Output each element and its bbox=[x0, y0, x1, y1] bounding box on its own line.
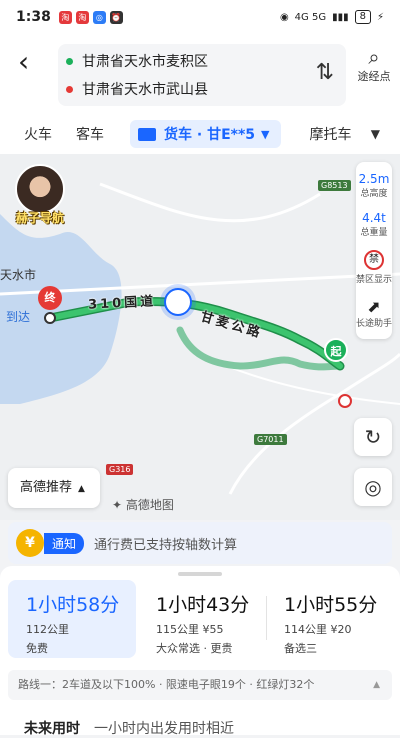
amap-logo-text: 高德地图 bbox=[125, 498, 174, 512]
highway-shield-g316: G316 bbox=[106, 464, 134, 475]
route-header: ‹ 甘肃省天水市麦积区 甘肃省天水市武山县 ⇅ ⌕ 途经点 bbox=[0, 34, 400, 114]
road-label-310: 310国道 bbox=[87, 294, 157, 313]
plan-tag: 免费 bbox=[26, 642, 48, 655]
long-trip-label: 长途助手 bbox=[356, 319, 393, 329]
yuan-coin-icon: ¥ bbox=[16, 529, 44, 557]
plan-card-3[interactable]: 1小时55分 114公里 ¥20 备选三 bbox=[266, 580, 394, 658]
status-right: ◉ 4G 5G ▮▮▮ 8 ⚡ bbox=[280, 10, 384, 24]
city-label: 天水市 bbox=[0, 268, 37, 282]
no-entry-icon: 禁 bbox=[364, 250, 384, 270]
future-time-row[interactable]: 未来用时 一小时内出发用时相近 bbox=[24, 718, 234, 738]
locate-icon[interactable]: ◎ bbox=[354, 468, 392, 506]
height-item[interactable]: 2.5m 总高度 bbox=[356, 166, 392, 205]
amap-logo: ✦ 高德地图 bbox=[112, 496, 174, 513]
recommend-label: 高德推荐 bbox=[20, 480, 73, 495]
search-icon: ⌕ bbox=[368, 45, 380, 69]
signal-icon: ▮▮▮ bbox=[332, 11, 349, 23]
caret-up-icon: ▲ bbox=[78, 484, 85, 494]
origin-dot-icon bbox=[66, 57, 73, 65]
back-arrow-icon[interactable]: ‹ bbox=[18, 48, 46, 78]
amap-logo-icon: ✦ bbox=[112, 498, 123, 512]
destination-text: 甘肃省天水市武山县 bbox=[82, 82, 208, 98]
avatar bbox=[15, 164, 65, 214]
chevron-up-icon: ▲ bbox=[373, 680, 380, 690]
route-detail-bar[interactable]: 路线一：2车道及以下100% · 限速电子眼19个 · 红绿灯32个 ▲ bbox=[8, 670, 392, 700]
truck-info-panel: 2.5m 总高度 4.4t 总重量 禁 禁区显示 ⬈ 长途助手 bbox=[356, 162, 392, 339]
directions-icon: ⬈ bbox=[367, 297, 381, 316]
restricted-area-label: 禁区显示 bbox=[356, 275, 393, 285]
waypoint-label: 途经点 bbox=[357, 70, 391, 83]
plan-detail: 114公里 ¥20 bbox=[284, 623, 352, 636]
height-label: 总高度 bbox=[360, 189, 388, 199]
battery-icon: 8 bbox=[354, 10, 371, 24]
map-view[interactable]: 310国道 甘麦公路 天水市 到达 G8513 G7011 G316 终 起 赫… bbox=[0, 154, 400, 520]
alarm-icon: ⏰ bbox=[109, 10, 123, 24]
tab-motorcycle[interactable]: 摩托车 bbox=[309, 124, 351, 144]
network-label: 4G 5G bbox=[294, 11, 327, 23]
status-bar: 1:38 淘 淘 ◎ ⏰ ◉ 4G 5G ▮▮▮ 8 ⚡ bbox=[0, 0, 400, 34]
plan-time: 1小时58分 bbox=[26, 594, 120, 616]
height-value: 2.5m bbox=[358, 172, 390, 186]
swap-icon[interactable]: ⇅ bbox=[316, 60, 334, 85]
weight-value: 4.4t bbox=[362, 211, 386, 225]
plan-detail: 112公里 bbox=[26, 623, 69, 636]
tab-truck[interactable]: 货车 · 甘E**5 ▼ bbox=[130, 120, 282, 148]
taobao-icon-2: 淘 bbox=[75, 10, 89, 24]
notice-tag: 通知 bbox=[44, 532, 85, 554]
plan-tag: 大众常选 · 更贵 bbox=[156, 642, 233, 655]
long-trip-helper[interactable]: ⬈ 长途助手 bbox=[356, 291, 392, 335]
navigator-avatar[interactable]: 赫子导航 bbox=[10, 164, 70, 226]
plan-time: 1小时43分 bbox=[156, 594, 250, 616]
toll-notice[interactable]: ¥ 通知 通行费已支持按轴数计算 bbox=[8, 522, 392, 564]
destination-field[interactable]: 甘肃省天水市武山县 bbox=[66, 76, 208, 102]
charging-icon: ⚡ bbox=[376, 11, 384, 23]
destination-dot-icon bbox=[66, 85, 73, 93]
caret-down-icon: ▼ bbox=[261, 127, 270, 141]
start-marker[interactable]: 起 bbox=[324, 338, 348, 362]
restricted-area-toggle[interactable]: 禁 禁区显示 bbox=[356, 244, 392, 291]
taobao-icon: 淘 bbox=[58, 10, 72, 24]
weight-item[interactable]: 4.4t 总重量 bbox=[356, 205, 392, 244]
highway-shield-g8513: G8513 bbox=[318, 180, 351, 191]
refresh-icon[interactable]: ↻ bbox=[354, 418, 392, 456]
avatar-name: 赫子导航 bbox=[15, 211, 64, 225]
origin-text: 甘肃省天水市麦积区 bbox=[82, 54, 208, 70]
plan-tag: 备选三 bbox=[284, 642, 317, 655]
no-entry-marker[interactable] bbox=[338, 394, 352, 408]
app-icon: ◎ bbox=[92, 10, 106, 24]
truck-icon bbox=[138, 127, 156, 141]
tab-coach[interactable]: 客车 bbox=[76, 124, 104, 144]
more-tabs-icon[interactable]: ▼ bbox=[371, 127, 380, 141]
tab-train[interactable]: 火车 bbox=[24, 124, 52, 144]
end-point bbox=[44, 312, 56, 324]
recommend-dropdown[interactable]: 高德推荐 ▲ bbox=[8, 468, 100, 508]
arrive-label: 到达 bbox=[6, 310, 31, 324]
route-detail-text: 路线一：2车道及以下100% · 限速电子眼19个 · 红绿灯32个 bbox=[18, 678, 315, 691]
plan-time: 1小时55分 bbox=[284, 594, 378, 616]
origin-field[interactable]: 甘肃省天水市麦积区 bbox=[66, 48, 208, 74]
tab-truck-label: 货车 · 甘E**5 bbox=[164, 127, 256, 143]
plan-card-1[interactable]: 1小时58分 112公里 免费 bbox=[8, 580, 136, 658]
weight-label: 总重量 bbox=[360, 228, 388, 238]
notification-icons: 淘 淘 ◎ ⏰ bbox=[58, 10, 123, 24]
minor-road-2 bbox=[99, 182, 321, 223]
highway-shield-g7011: G7011 bbox=[254, 434, 287, 445]
waypoint-button[interactable]: ⌕ 途经点 bbox=[354, 46, 394, 84]
current-location-avatar-icon[interactable] bbox=[164, 288, 192, 316]
sheet-handle[interactable] bbox=[178, 572, 222, 576]
route-plans-sheet: 1小时58分 112公里 免费 1小时43分 115公里 ¥55 大众常选 · … bbox=[0, 566, 400, 738]
route-input-box: 甘肃省天水市麦积区 甘肃省天水市武山县 ⇅ bbox=[58, 44, 346, 106]
status-time: 1:38 bbox=[16, 9, 51, 25]
transport-tabs: 火车 客车 货车 · 甘E**5 ▼ 摩托车 ▼ bbox=[0, 114, 400, 154]
notice-text: 通行费已支持按轴数计算 bbox=[94, 537, 238, 553]
plan-card-2[interactable]: 1小时43分 115公里 ¥55 大众常选 · 更贵 bbox=[138, 580, 266, 658]
end-marker[interactable]: 终 bbox=[38, 286, 62, 310]
plan-detail: 115公里 ¥55 bbox=[156, 623, 224, 636]
location-icon: ◉ bbox=[279, 11, 289, 23]
